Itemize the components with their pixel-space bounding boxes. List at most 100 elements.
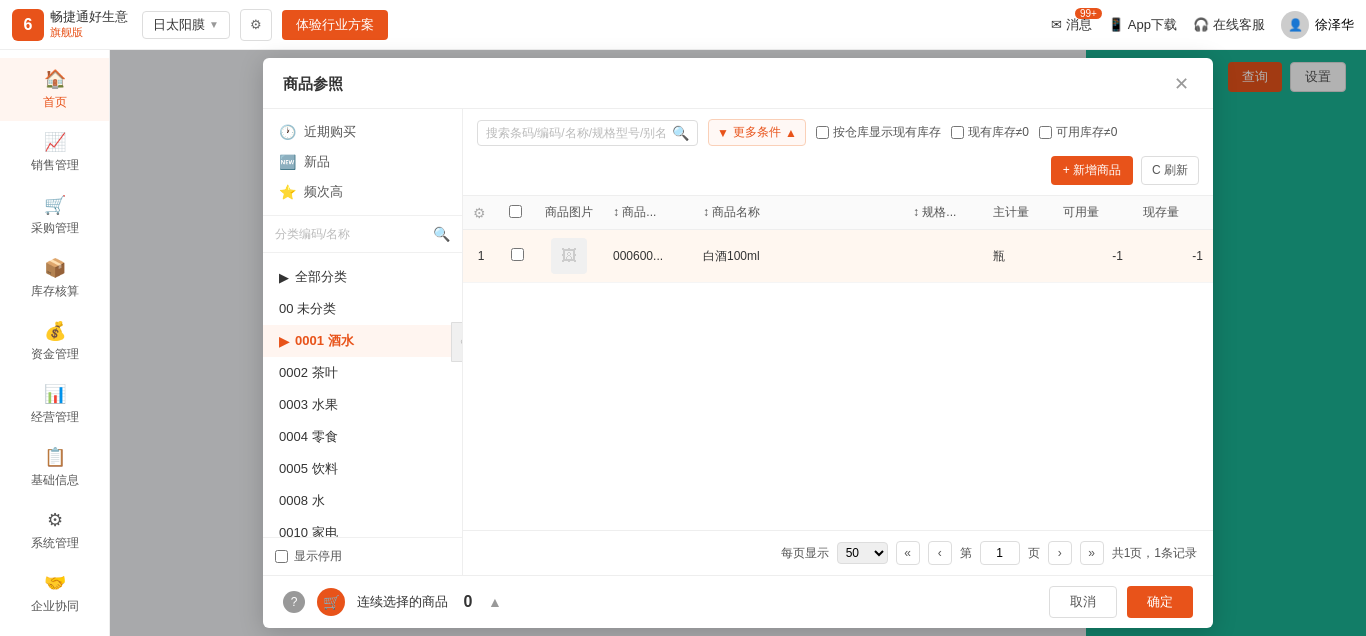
category-item-snacks[interactable]: 0004 零食 [263,421,462,453]
sidebar-item-system[interactable]: ⚙ 系统管理 [0,499,109,562]
sidebar-item-home[interactable]: 🏠 首页 [0,58,109,121]
warehouse-stock-checkbox[interactable] [816,126,829,139]
page-last-button[interactable]: » [1080,541,1104,565]
col-unit-header: 主计量 [983,196,1053,230]
category-label-alcohol: 0001 酒水 [295,332,354,350]
app-download-nav-item[interactable]: 📱 App下载 [1108,16,1177,34]
category-label-water: 0008 水 [279,492,325,510]
messages-nav-item[interactable]: ✉ 消息 99+ [1051,16,1092,34]
table-settings-icon[interactable]: ⚙ [473,205,486,221]
checkbox-available-stock[interactable]: 可用库存≠0 [1039,124,1117,141]
select-all-checkbox[interactable] [509,205,522,218]
category-search-input[interactable] [275,227,427,241]
sidebar-item-inventory[interactable]: 📦 库存核算 [0,247,109,310]
table-row[interactable]: 1 🖼 [463,230,1213,283]
product-search-input[interactable] [486,126,666,140]
collapse-toggle[interactable]: 《 [451,322,463,362]
col-image-header: 商品图片 [535,196,603,230]
gear-button[interactable]: ⚙ [240,9,272,41]
sidebar-item-sales[interactable]: 📈 销售管理 [0,121,109,184]
sidebar-item-enterprise[interactable]: 🤝 企业协同 [0,562,109,625]
category-item-appliances[interactable]: 0010 家电 [263,517,462,537]
refresh-button[interactable]: C 刷新 [1141,156,1199,185]
sidebar-item-basic-info[interactable]: 📋 基础信息 [0,436,109,499]
checkbox-warehouse-stock[interactable]: 按仓库显示现有库存 [816,124,941,141]
add-product-button[interactable]: + 新增商品 [1051,156,1133,185]
app-download-label: App下载 [1128,16,1177,34]
modal-title: 商品参照 [283,75,343,94]
new-product-tab[interactable]: 🆕 新品 [263,147,462,177]
filter-button[interactable]: ▼ 更多条件 ▲ [708,119,806,146]
brand-name: 畅捷通好生意 [50,9,128,25]
available-stock-checkbox[interactable] [1039,126,1052,139]
footer-right: 取消 确定 [1049,586,1193,618]
category-item-tea[interactable]: 0002 茶叶 [263,357,462,389]
finance-icon: 💰 [44,320,66,342]
sidebar-item-finance[interactable]: 💰 资金管理 [0,310,109,373]
online-service-nav-item[interactable]: 🎧 在线客服 [1193,16,1265,34]
cart-icon-area[interactable]: 🛒 [317,588,345,616]
stock-header-label: 现存量 [1143,205,1179,219]
category-item-alcohol[interactable]: ▶ 0001 酒水 [263,325,462,357]
page-first-button[interactable]: « [896,541,920,565]
page-next-button[interactable]: › [1048,541,1072,565]
system-icon: ⚙ [47,509,63,531]
high-frequency-label: 频次高 [304,183,343,201]
display-disabled-checkbox[interactable] [275,550,288,563]
basic-info-icon: 📋 [44,446,66,468]
sidebar-label-sales: 销售管理 [31,157,79,174]
spec-header-label: 规格... [922,205,956,219]
category-search-icon[interactable]: 🔍 [433,226,450,242]
page-number-input[interactable] [980,541,1020,565]
product-search-icon[interactable]: 🔍 [672,125,689,141]
row-stock: -1 [1133,230,1213,283]
code-sort-icon[interactable]: ↕ [613,205,619,219]
col-code-header: ↕ 商品... [603,196,693,230]
enterprise-icon: 🤝 [44,572,66,594]
store-selector[interactable]: 日太阳膜 ▼ [142,11,230,39]
selected-count: 0 [460,593,476,611]
category-item-water[interactable]: 0008 水 [263,485,462,517]
name-sort-icon[interactable]: ↕ [703,205,709,219]
modal-body: 🕐 近期购买 🆕 新品 ⭐ 频次高 [263,109,1213,575]
sidebar-item-management[interactable]: 📊 经营管理 [0,373,109,436]
filter-up-arrow: ▲ [785,126,797,140]
spec-sort-icon[interactable]: ↕ [913,205,919,219]
category-item-beverages[interactable]: 0005 饮料 [263,453,462,485]
logo-area: 6 畅捷通好生意 旗舰版 [12,9,132,41]
phone-icon: 📱 [1108,17,1124,32]
modal-footer: ? 🛒 连续选择的商品 0 ▲ 取消 确定 [263,575,1213,628]
category-item-uncategorized[interactable]: 00 未分类 [263,293,462,325]
modal-header: 商品参照 ✕ [263,58,1213,109]
top-nav: 6 畅捷通好生意 旗舰版 日太阳膜 ▼ ⚙ 体验行业方案 ✉ 消息 99+ 📱 … [0,0,1366,50]
experience-button[interactable]: 体验行业方案 [282,10,388,40]
row-checkbox-cell[interactable] [499,230,535,283]
modal-close-button[interactable]: ✕ [1169,72,1193,96]
page-prev-button[interactable]: ‹ [928,541,952,565]
row-unit: 瓶 [983,230,1053,283]
confirm-button[interactable]: 确定 [1127,586,1193,618]
recent-purchase-tab[interactable]: 🕐 近期购买 [263,117,462,147]
row-checkbox[interactable] [511,248,524,261]
row-name: 白酒100ml [693,230,903,283]
sidebar-item-guide[interactable]: 📖 新手引导 [0,625,109,636]
category-item-fruit[interactable]: 0003 水果 [263,389,462,421]
high-frequency-tab[interactable]: ⭐ 频次高 [263,177,462,207]
existing-stock-checkbox[interactable] [951,126,964,139]
per-page-select[interactable]: 50 100 200 [837,542,888,564]
category-item-all[interactable]: ▶ 全部分类 [263,261,462,293]
footer-collapse-arrow[interactable]: ▲ [488,594,502,610]
store-dropdown-arrow: ▼ [209,19,219,30]
category-panel: 🕐 近期购买 🆕 新品 ⭐ 频次高 [263,109,463,575]
help-icon[interactable]: ? [283,591,305,613]
user-area[interactable]: 👤 徐泽华 [1281,11,1354,39]
cancel-button[interactable]: 取消 [1049,586,1117,618]
row-num: 1 [463,230,499,283]
code-header-label: 商品... [622,205,656,219]
product-table: ⚙ 商品图片 [463,196,1213,283]
sales-icon: 📈 [44,131,66,153]
sidebar-item-purchase[interactable]: 🛒 采购管理 [0,184,109,247]
filter-label: 更多条件 [733,124,781,141]
checkbox-existing-stock[interactable]: 现有库存≠0 [951,124,1029,141]
sidebar-label-finance: 资金管理 [31,346,79,363]
